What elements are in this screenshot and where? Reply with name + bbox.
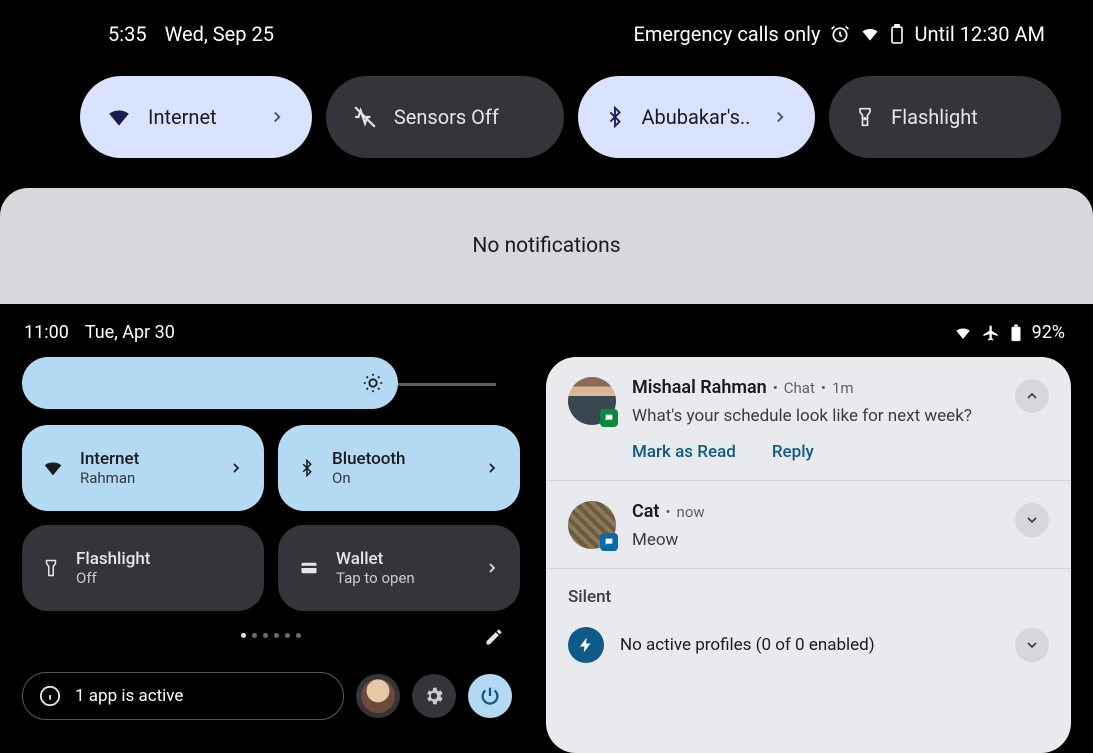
- qs-tile-flashlight[interactable]: Flashlight: [829, 76, 1061, 158]
- app-badge-chat-icon: [600, 409, 618, 427]
- no-notifications-card: No notifications: [0, 188, 1093, 304]
- brightness-track[interactable]: [398, 383, 496, 386]
- notification-time: now: [677, 503, 705, 521]
- info-icon: [39, 685, 61, 707]
- tile-wallet[interactable]: Wallet Tap to open: [278, 525, 520, 611]
- power-icon: [479, 685, 501, 707]
- notification-item[interactable]: Mishaal Rahman • Chat • 1m What's your s…: [546, 357, 1071, 481]
- qs-tile-label: Abubakar's..: [642, 105, 751, 129]
- brightness-slider[interactable]: [22, 357, 398, 409]
- battery-icon: [1010, 324, 1022, 342]
- chevron-right-icon: [268, 108, 286, 126]
- status-bar-bottom: 11:00 Tue, Apr 30 92%: [22, 304, 1071, 357]
- status-bar-top: 5:35 Wed, Sep 25 Emergency calls only Un…: [0, 0, 1093, 46]
- notification-sender: Cat: [632, 501, 659, 522]
- tile-subtitle: Rahman: [80, 469, 139, 487]
- notification-message: What's your schedule look like for next …: [632, 406, 1049, 426]
- profiles-icon: [568, 627, 604, 663]
- pager-dot[interactable]: [263, 633, 268, 638]
- tile-bluetooth[interactable]: Bluetooth On: [278, 425, 520, 511]
- silent-section-header: Silent: [546, 569, 1071, 615]
- expand-button[interactable]: [1015, 503, 1049, 537]
- active-apps-label: 1 app is active: [75, 686, 183, 706]
- tile-title: Wallet: [336, 549, 415, 569]
- action-mark-read[interactable]: Mark as Read: [632, 442, 736, 462]
- gear-icon: [423, 685, 445, 707]
- clock: 11:00: [24, 322, 69, 343]
- qs-tile-internet[interactable]: Internet: [80, 76, 312, 158]
- date: Tue, Apr 30: [85, 322, 175, 343]
- chevron-right-icon: [484, 460, 500, 476]
- bluetooth-icon: [604, 104, 626, 130]
- no-notifications-text: No notifications: [472, 234, 620, 258]
- power-button[interactable]: [468, 674, 512, 718]
- airplane-icon: [982, 324, 1000, 342]
- qs-tile-sensors[interactable]: Sensors Off: [326, 76, 564, 158]
- edit-icon[interactable]: [484, 627, 504, 647]
- bluetooth-icon: [298, 457, 316, 479]
- flashlight-icon: [855, 104, 875, 130]
- until-text: Until 12:30 AM: [914, 22, 1045, 46]
- wifi-icon: [860, 24, 880, 44]
- qs-tile-label: Internet: [148, 105, 217, 129]
- flashlight-icon: [42, 557, 60, 579]
- wifi-icon: [954, 324, 972, 342]
- sensors-off-icon: [352, 104, 378, 130]
- notification-panel: Mishaal Rahman • Chat • 1m What's your s…: [546, 357, 1071, 753]
- battery-outline-icon: [890, 24, 904, 44]
- pager-dot[interactable]: [241, 633, 246, 638]
- active-apps-chip[interactable]: 1 app is active: [22, 672, 344, 720]
- battery-percent: 92%: [1032, 322, 1065, 343]
- avatar-icon: [361, 679, 395, 713]
- pager-dot[interactable]: [274, 633, 279, 638]
- pager-dot[interactable]: [252, 633, 257, 638]
- pager-dot[interactable]: [285, 633, 290, 638]
- pager-dot[interactable]: [296, 633, 301, 638]
- chevron-right-icon: [484, 560, 500, 576]
- avatar: [568, 501, 616, 549]
- qs-tile-label: Sensors Off: [394, 105, 499, 129]
- qs-tile-label: Flashlight: [891, 105, 978, 129]
- settings-button[interactable]: [412, 674, 456, 718]
- emergency-text: Emergency calls only: [633, 22, 820, 46]
- quick-settings-row: Internet Sensors Off Abubakar's.. Flashl…: [0, 46, 1093, 158]
- chevron-down-icon: [1024, 637, 1040, 653]
- tile-title: Internet: [80, 449, 139, 469]
- wifi-icon: [106, 104, 132, 130]
- notification-item[interactable]: Cat • now Meow: [546, 481, 1071, 569]
- tile-subtitle: Tap to open: [336, 569, 415, 587]
- tile-subtitle: Off: [76, 569, 150, 587]
- profiles-row[interactable]: No active profiles (0 of 0 enabled): [546, 615, 1071, 675]
- wallet-icon: [298, 559, 320, 577]
- date: Wed, Sep 25: [165, 22, 274, 46]
- brightness-icon: [362, 372, 384, 394]
- tile-internet[interactable]: Internet Rahman: [22, 425, 264, 511]
- avatar: [568, 377, 616, 425]
- expand-button[interactable]: [1015, 628, 1049, 662]
- action-reply[interactable]: Reply: [772, 442, 814, 462]
- wifi-icon: [42, 457, 64, 479]
- clock: 5:35: [108, 22, 147, 46]
- chevron-down-icon: [1024, 512, 1040, 528]
- profiles-text: No active profiles (0 of 0 enabled): [620, 635, 875, 655]
- chevron-right-icon: [228, 460, 244, 476]
- user-avatar-button[interactable]: [356, 674, 400, 718]
- notification-app: Chat: [784, 379, 815, 397]
- page-indicator: [22, 633, 520, 638]
- tile-flashlight[interactable]: Flashlight Off: [22, 525, 264, 611]
- chevron-right-icon: [771, 108, 789, 126]
- chevron-up-icon: [1024, 388, 1040, 404]
- tile-subtitle: On: [332, 469, 406, 487]
- notification-message: Meow: [632, 530, 1049, 550]
- notification-sender: Mishaal Rahman: [632, 377, 767, 398]
- alarm-icon: [830, 24, 850, 44]
- collapse-button[interactable]: [1015, 379, 1049, 413]
- qs-tile-bluetooth[interactable]: Abubakar's..: [578, 76, 816, 158]
- app-badge-messages-icon: [600, 533, 618, 551]
- notification-time: 1m: [832, 379, 854, 397]
- tile-title: Bluetooth: [332, 449, 406, 469]
- tile-title: Flashlight: [76, 549, 150, 569]
